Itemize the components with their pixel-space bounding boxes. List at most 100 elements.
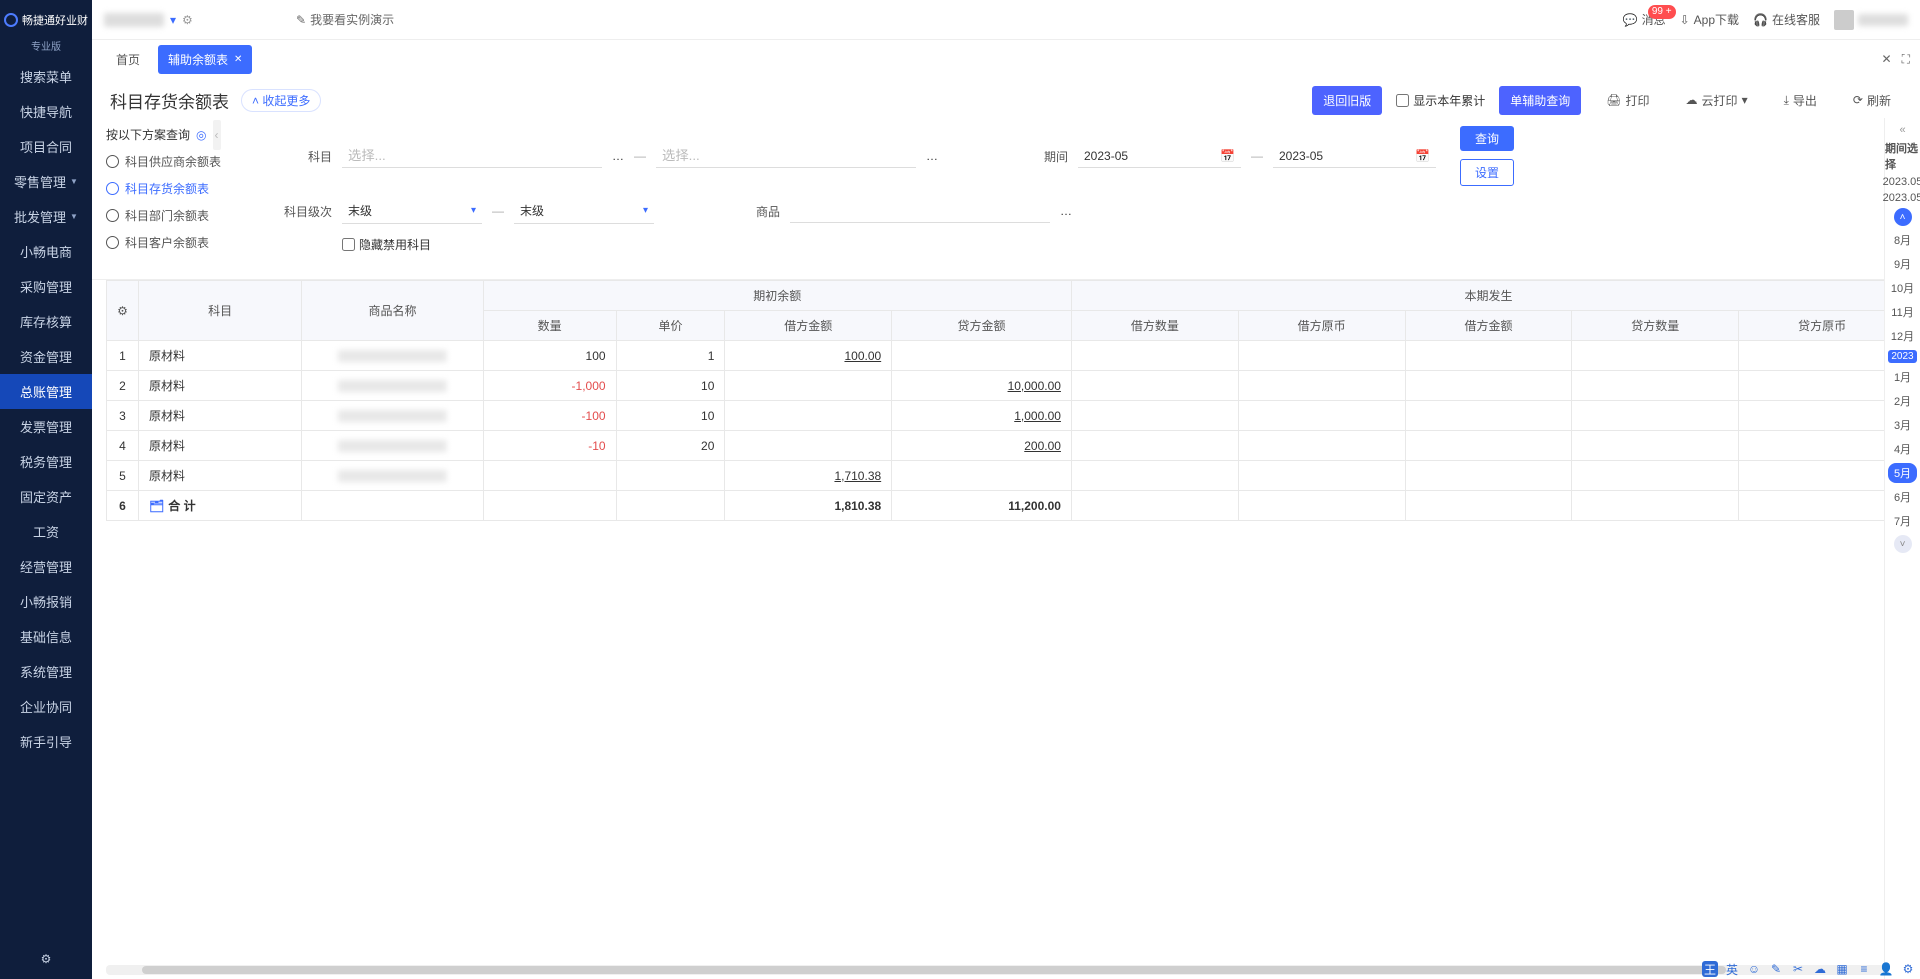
level-to-select[interactable]: 末级	[514, 198, 654, 224]
col-gear[interactable]	[107, 281, 139, 341]
close-icon[interactable]: ✕	[234, 54, 242, 65]
nav-item-小畅报销[interactable]: 小畅报销	[0, 584, 92, 619]
nav-item-项目合同[interactable]: 项目合同	[0, 129, 92, 164]
query-button[interactable]: 查询	[1460, 126, 1514, 151]
cell-credit[interactable]: 1,000.00	[892, 401, 1072, 431]
ime-wang-icon[interactable]: 王	[1702, 961, 1718, 977]
subject-to-more[interactable]: …	[926, 149, 938, 163]
print-button[interactable]: 打印	[1595, 86, 1660, 115]
period-from-input[interactable]: 2023-05📅	[1078, 145, 1241, 168]
month-item[interactable]: 9月	[1894, 254, 1911, 274]
cell-credit[interactable]	[892, 341, 1072, 371]
month-item[interactable]: 10月	[1891, 278, 1914, 298]
ime-gear-icon[interactable]: ⚙	[1900, 961, 1916, 977]
nav-item-基础信息[interactable]: 基础信息	[0, 619, 92, 654]
nav-settings[interactable]	[0, 939, 92, 979]
ime-edit-icon[interactable]: ✎	[1768, 961, 1784, 977]
month-item[interactable]: 6月	[1894, 487, 1911, 507]
nav-item-库存核算[interactable]: 库存核算	[0, 304, 92, 339]
refresh-button[interactable]: 刷新	[1842, 86, 1902, 115]
nav-item-批发管理[interactable]: 批发管理▼	[0, 199, 92, 234]
ime-cloud-icon[interactable]: ☁	[1812, 961, 1828, 977]
ime-person-icon[interactable]: 👤	[1878, 961, 1894, 977]
cell-debit[interactable]	[725, 431, 892, 461]
table-row[interactable]: 2原材料xxxxx-1,0001010,000.00	[107, 371, 1906, 401]
cell-debit[interactable]	[725, 371, 892, 401]
ime-scissors-icon[interactable]: ✂	[1790, 961, 1806, 977]
nav-item-总账管理[interactable]: 总账管理	[0, 374, 92, 409]
month-item[interactable]: 12月	[1891, 326, 1914, 346]
gear-icon[interactable]	[182, 13, 193, 27]
collapse-panel-icon[interactable]	[213, 128, 221, 142]
tab-aux-balance[interactable]: 辅助余额表 ✕	[158, 45, 252, 74]
table-row[interactable]: 5原材料xxx1,710.38	[107, 461, 1906, 491]
nav-item-快捷导航[interactable]: 快捷导航	[0, 94, 92, 129]
ime-smile-icon[interactable]: ☺	[1746, 961, 1762, 977]
user-menu[interactable]	[1834, 10, 1908, 30]
single-aux-query-button[interactable]: 单辅助查询	[1499, 86, 1581, 115]
cell-debit[interactable]: 1,710.38	[725, 461, 892, 491]
hide-disabled-checkbox[interactable]: 隐藏禁用科目	[342, 236, 431, 253]
messages-button[interactable]: 消息 99 +	[1623, 11, 1666, 28]
tab-home[interactable]: 首页	[106, 45, 150, 74]
nav-item-搜索菜单[interactable]: 搜索菜单	[0, 59, 92, 94]
nav-item-新手引导[interactable]: 新手引导	[0, 724, 92, 759]
app-download-button[interactable]: App下载	[1680, 11, 1739, 28]
nav-item-企业协同[interactable]: 企业协同	[0, 689, 92, 724]
collapse-more-button[interactable]: ˄ 收起更多	[241, 89, 321, 112]
scroll-down-icon[interactable]: ˅	[1894, 535, 1912, 553]
table-row[interactable]: 4原材料xxxxxxxxx-1020200.00	[107, 431, 1906, 461]
period-to-input[interactable]: 2023-05📅	[1273, 145, 1436, 168]
table-row[interactable]: 1原材料xxxxxxx1001100.00	[107, 341, 1906, 371]
nav-item-系统管理[interactable]: 系统管理	[0, 654, 92, 689]
table-row[interactable]: 3原材料xxxxxxx-100101,000.00	[107, 401, 1906, 431]
month-item[interactable]: 1月	[1894, 367, 1911, 387]
ime-lang-icon[interactable]: 英	[1724, 961, 1740, 977]
ime-menu-icon[interactable]: ≡	[1856, 961, 1872, 977]
month-item[interactable]: 2月	[1894, 391, 1911, 411]
fullscreen-icon[interactable]: ⛶	[1902, 52, 1910, 67]
cell-credit[interactable]	[892, 461, 1072, 491]
subject-from-input[interactable]	[342, 144, 602, 168]
show-year-checkbox[interactable]: 显示本年累计	[1396, 92, 1485, 109]
cell-debit[interactable]	[725, 401, 892, 431]
nav-item-资金管理[interactable]: 资金管理	[0, 339, 92, 374]
online-service-button[interactable]: 在线客服	[1753, 11, 1820, 28]
month-item[interactable]: 7月	[1894, 511, 1911, 531]
nav-item-发票管理[interactable]: 发票管理	[0, 409, 92, 444]
cell-credit[interactable]: 200.00	[892, 431, 1072, 461]
demo-link[interactable]: ✎ 我要看实例演示	[296, 11, 394, 28]
show-year-input[interactable]	[1396, 94, 1409, 107]
nav-item-小畅电商[interactable]: 小畅电商	[0, 234, 92, 269]
period-collapse-icon[interactable]: «	[1899, 124, 1905, 136]
nav-item-工资[interactable]: 工资	[0, 514, 92, 549]
month-item[interactable]: 3月	[1894, 415, 1911, 435]
cell-credit[interactable]: 10,000.00	[892, 371, 1072, 401]
cell-debit[interactable]: 100.00	[725, 341, 892, 371]
org-selector[interactable]	[104, 13, 284, 27]
month-item[interactable]: 11月	[1891, 302, 1913, 322]
goods-more[interactable]: …	[1060, 204, 1072, 218]
settings-button[interactable]: 设置	[1460, 159, 1514, 186]
nav-item-经营管理[interactable]: 经营管理	[0, 549, 92, 584]
horizontal-scrollbar[interactable]	[106, 965, 1906, 975]
scheme-item[interactable]: 科目部门余额表	[106, 207, 246, 224]
month-item[interactable]: 5月	[1888, 463, 1917, 483]
ime-grid-icon[interactable]: ▦	[1834, 961, 1850, 977]
scheme-item[interactable]: 科目存货余额表	[106, 180, 246, 197]
goods-input[interactable]	[790, 199, 1050, 223]
export-button[interactable]: 导出	[1773, 86, 1828, 115]
close-all-tabs-icon[interactable]: ✕	[1882, 52, 1892, 67]
nav-item-固定资产[interactable]: 固定资产	[0, 479, 92, 514]
nav-item-税务管理[interactable]: 税务管理	[0, 444, 92, 479]
scheme-item[interactable]: 科目客户余额表	[106, 234, 246, 251]
month-item[interactable]: 4月	[1894, 439, 1911, 459]
scheme-item[interactable]: 科目供应商余额表	[106, 153, 246, 170]
target-icon[interactable]	[196, 128, 206, 142]
nav-item-采购管理[interactable]: 采购管理	[0, 269, 92, 304]
nav-item-零售管理[interactable]: 零售管理▼	[0, 164, 92, 199]
month-item[interactable]: 8月	[1894, 230, 1911, 250]
scroll-up-icon[interactable]: ˄	[1894, 208, 1912, 226]
cloud-print-button[interactable]: 云打印	[1675, 86, 1759, 115]
level-from-select[interactable]: 末级	[342, 198, 482, 224]
